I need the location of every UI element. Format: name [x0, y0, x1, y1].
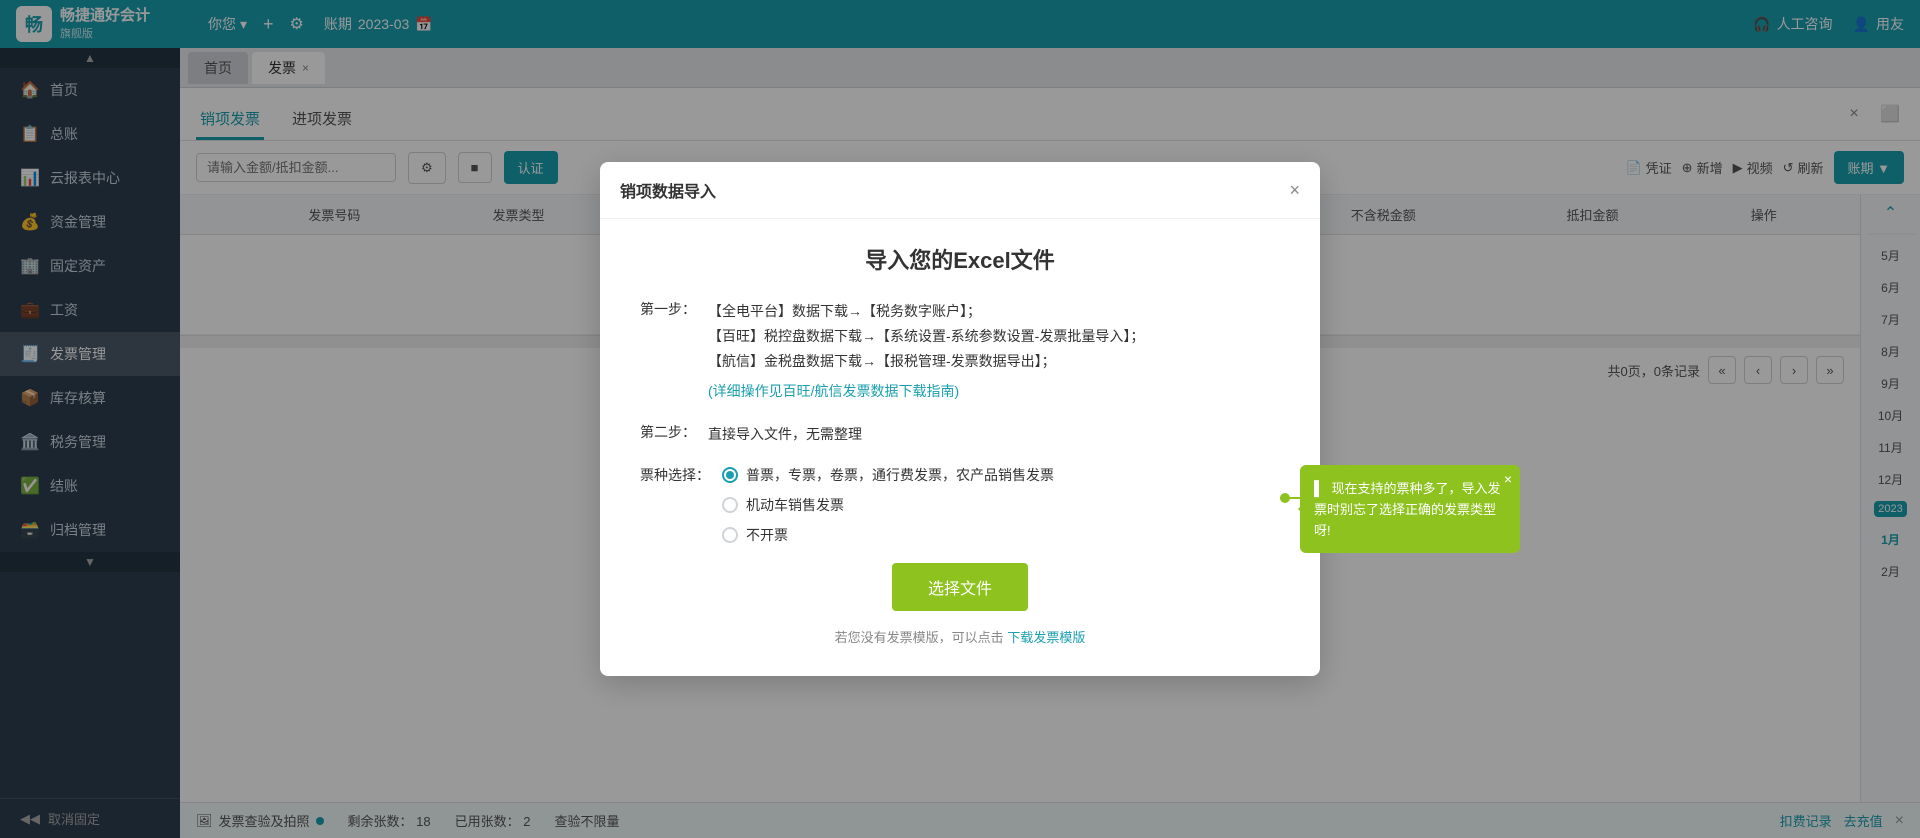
step2: 第二步： 直接导入文件，无需整理 — [640, 422, 1280, 447]
step2-content: 直接导入文件，无需整理 — [708, 422, 862, 447]
modal-overlay: 销项数据导入 × 导入您的Excel文件 第一步： 【全电平台】数据下载→【税务… — [0, 0, 1920, 838]
radio-dot-1 — [722, 467, 738, 483]
guide-link[interactable]: (详细操作见百旺/航信发票数据下载指南) — [708, 383, 959, 399]
tooltip-close-button[interactable]: × — [1504, 471, 1512, 487]
ticket-label: 票种选择： — [640, 465, 710, 485]
modal-close-button[interactable]: × — [1289, 180, 1300, 201]
modal-dialog: 销项数据导入 × 导入您的Excel文件 第一步： 【全电平台】数据下载→【税务… — [600, 162, 1320, 676]
modal-body: 导入您的Excel文件 第一步： 【全电平台】数据下载→【税务数字账户】； 【百… — [600, 219, 1320, 676]
download-template-link[interactable]: 下载发票模版 — [1007, 630, 1085, 645]
modal-footer: 若您没有发票模版，可以点击 下载发票模版 — [640, 627, 1280, 646]
radio-group: 普票，专票，卷票，通行费发票，农产品销售发票 机动车销售发票 不开票 — [722, 465, 1054, 545]
tooltip-text: ▌ 现在支持的票种多了，导入发票时别忘了选择正确的发票类型呀! — [1314, 481, 1501, 538]
radio-item-2[interactable]: 机动车销售发票 — [722, 495, 1054, 515]
select-file-button[interactable]: 选择文件 — [892, 563, 1028, 611]
step1: 第一步： 【全电平台】数据下载→【税务数字账户】； 【百旺】税控盘数据下载→【系… — [640, 299, 1280, 404]
radio-dot-3 — [722, 527, 738, 543]
radio-item-1[interactable]: 普票，专票，卷票，通行费发票，农产品销售发票 — [722, 465, 1054, 485]
modal-main-title: 导入您的Excel文件 — [640, 243, 1280, 275]
tooltip-bubble: × ▌ 现在支持的票种多了，导入发票时别忘了选择正确的发票类型呀! — [1300, 465, 1520, 553]
radio-dot-2 — [722, 497, 738, 513]
modal-header: 销项数据导入 × — [600, 162, 1320, 219]
tooltip-connector-line — [1280, 497, 1300, 499]
step2-label: 第二步： — [640, 422, 696, 442]
step1-label: 第一步： — [640, 299, 696, 319]
step1-content: 【全电平台】数据下载→【税务数字账户】； 【百旺】税控盘数据下载→【系统设置-系… — [708, 299, 1144, 404]
select-file-area: 选择文件 — [640, 563, 1280, 611]
ticket-choice: 票种选择： 普票，专票，卷票，通行费发票，农产品销售发票 机动车销售发票 不开票 — [640, 465, 1280, 545]
modal-title: 销项数据导入 — [620, 178, 716, 202]
radio-item-3[interactable]: 不开票 — [722, 525, 1054, 545]
